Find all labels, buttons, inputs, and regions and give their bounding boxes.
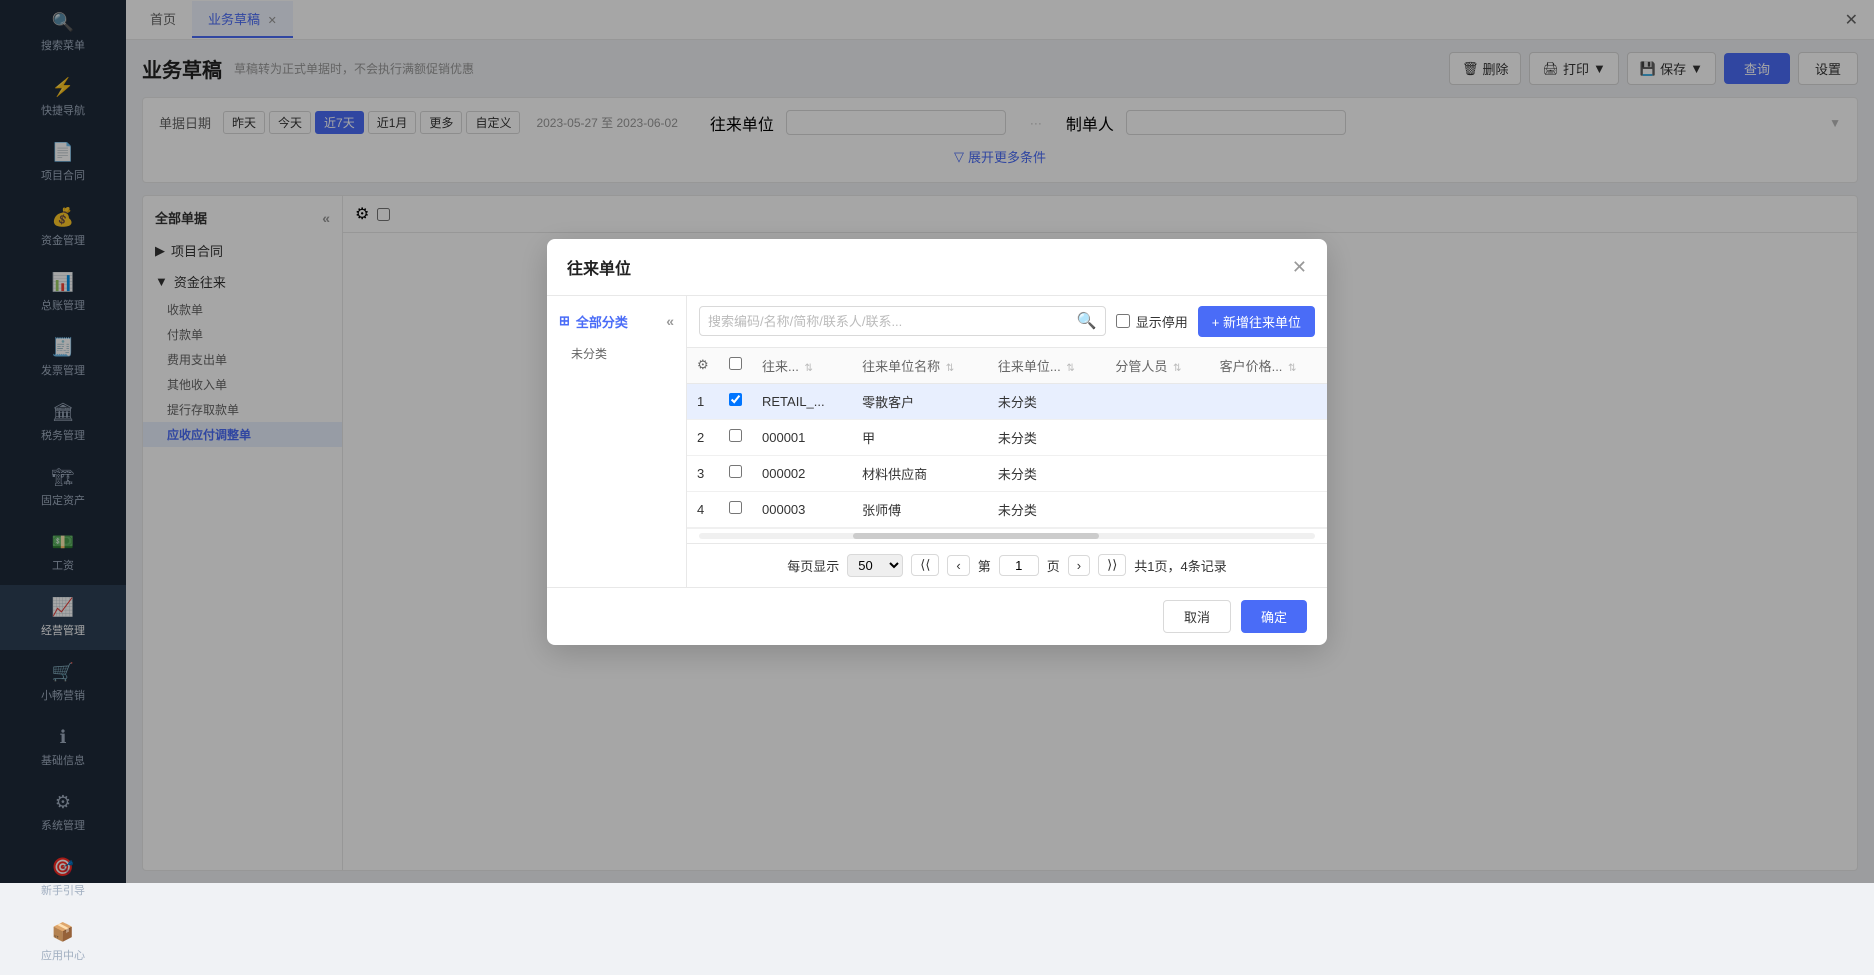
row4-select-checkbox[interactable] (729, 501, 742, 514)
col-price-level: 客户价格... ⇅ (1210, 348, 1327, 384)
app-center-icon: 📦 (52, 922, 74, 943)
modal-main: 🔍 显示停用 + 新增往来单位 ⚙ (687, 296, 1327, 587)
row3-manager (1105, 455, 1209, 491)
modal-overlay: 往来单位 ✕ ⊞ 全部分类 « 未分类 (0, 0, 1874, 883)
modal-close-button[interactable]: ✕ (1292, 258, 1307, 276)
table-row[interactable]: 1 RETAIL_... 零散客户 未分类 (687, 383, 1327, 419)
row1-checkbox (719, 383, 752, 419)
modal-sidebar-collapse-button[interactable]: « (666, 313, 674, 329)
scrollbar-track (699, 533, 1315, 539)
horizontal-scrollbar[interactable] (687, 528, 1327, 543)
scrollbar-thumb (853, 533, 1099, 539)
row4-name: 张师傅 (852, 491, 988, 527)
row4-checkbox (719, 491, 752, 527)
row4-manager (1105, 491, 1209, 527)
search-icon[interactable]: 🔍 (1077, 311, 1097, 331)
row4-num: 4 (687, 491, 719, 527)
col-name-sort: ⇅ (946, 363, 954, 374)
next-page-button[interactable]: › (1068, 555, 1090, 576)
col-category: 往来单位... ⇅ (988, 348, 1105, 384)
table-row[interactable]: 4 000003 张师傅 未分类 (687, 491, 1327, 527)
col-name: 往来单位名称 ⇅ (852, 348, 988, 384)
show-disabled-checkbox[interactable] (1116, 314, 1130, 328)
col-gear-icon: ⚙ (697, 357, 709, 372)
modal-title: 往来单位 (567, 255, 631, 279)
row4-category: 未分类 (988, 491, 1105, 527)
add-counterpart-button[interactable]: + 新增往来单位 (1198, 306, 1315, 337)
table-body: 1 RETAIL_... 零散客户 未分类 (687, 383, 1327, 527)
col-code-sort: ⇅ (804, 363, 812, 374)
row2-code: 000001 (752, 419, 852, 455)
row1-manager (1105, 383, 1209, 419)
row1-num: 1 (687, 383, 719, 419)
row1-select-checkbox[interactable] (729, 393, 742, 406)
cancel-button[interactable]: 取消 (1163, 600, 1231, 633)
row2-category: 未分类 (988, 419, 1105, 455)
current-page-input[interactable] (999, 555, 1039, 576)
prev-page-button[interactable]: ‹ (947, 555, 969, 576)
row1-code: RETAIL_... (752, 383, 852, 419)
confirm-button[interactable]: 确定 (1241, 600, 1307, 633)
row1-price (1210, 383, 1327, 419)
modal-table: ⚙ 往来... ⇅ 往来单位名称 (687, 348, 1327, 528)
row3-checkbox (719, 455, 752, 491)
col-manager-sort: ⇅ (1173, 363, 1181, 374)
modal-footer: 取消 确定 (547, 587, 1327, 645)
total-records-info: 共1页，4条记录 (1134, 556, 1226, 575)
modal-body: ⊞ 全部分类 « 未分类 🔍 显示停 (547, 296, 1327, 587)
table-row[interactable]: 3 000002 材料供应商 未分类 (687, 455, 1327, 491)
counterpart-table: ⚙ 往来... ⇅ 往来单位名称 (687, 348, 1327, 528)
row1-name: 零散客户 (852, 383, 988, 419)
per-page-select[interactable]: 10 20 50 100 (847, 554, 903, 577)
modal-dialog: 往来单位 ✕ ⊞ 全部分类 « 未分类 (547, 239, 1327, 645)
col-manager: 分管人员 ⇅ (1105, 348, 1209, 384)
row2-manager (1105, 419, 1209, 455)
row2-name: 甲 (852, 419, 988, 455)
sidebar-item-appcenter[interactable]: 📦 应用中心 (0, 910, 126, 975)
row2-num: 2 (687, 419, 719, 455)
row3-price (1210, 455, 1327, 491)
table-select-all-checkbox[interactable] (729, 357, 742, 370)
row4-price (1210, 491, 1327, 527)
row2-price (1210, 419, 1327, 455)
col-gear: ⚙ (687, 348, 719, 384)
table-row[interactable]: 2 000001 甲 未分类 (687, 419, 1327, 455)
row3-code: 000002 (752, 455, 852, 491)
modal-search-input[interactable] (708, 314, 1071, 329)
row3-name: 材料供应商 (852, 455, 988, 491)
last-page-button[interactable]: ⟩⟩ (1098, 554, 1126, 576)
modal-header: 往来单位 ✕ (547, 239, 1327, 296)
col-category-sort: ⇅ (1066, 363, 1074, 374)
row4-code: 000003 (752, 491, 852, 527)
grid-icon: ⊞ (559, 313, 570, 329)
first-page-button[interactable]: ⟨⟨ (911, 554, 939, 576)
modal-toolbar: 🔍 显示停用 + 新增往来单位 (687, 296, 1327, 348)
col-code: 往来... ⇅ (752, 348, 852, 384)
row3-num: 3 (687, 455, 719, 491)
row2-select-checkbox[interactable] (729, 429, 742, 442)
modal-cat-all[interactable]: ⊞ 全部分类 « (547, 304, 686, 339)
modal-sidebar: ⊞ 全部分类 « 未分类 (547, 296, 687, 587)
page-suffix: 页 (1047, 556, 1060, 575)
modal-pagination: 每页显示 10 20 50 100 ⟨⟨ ‹ 第 页 › ⟩⟩ 共1页，4条记录 (687, 543, 1327, 587)
modal-search-box: 🔍 (699, 306, 1106, 336)
row3-category: 未分类 (988, 455, 1105, 491)
row3-select-checkbox[interactable] (729, 465, 742, 478)
show-disabled-option: 显示停用 (1116, 312, 1188, 331)
col-price-sort: ⇅ (1288, 363, 1296, 374)
row1-category: 未分类 (988, 383, 1105, 419)
col-checkbox (719, 348, 752, 384)
table-header-row: ⚙ 往来... ⇅ 往来单位名称 (687, 348, 1327, 384)
page-label: 第 (978, 556, 991, 575)
modal-cat-unclassified[interactable]: 未分类 (547, 339, 686, 368)
row2-checkbox (719, 419, 752, 455)
